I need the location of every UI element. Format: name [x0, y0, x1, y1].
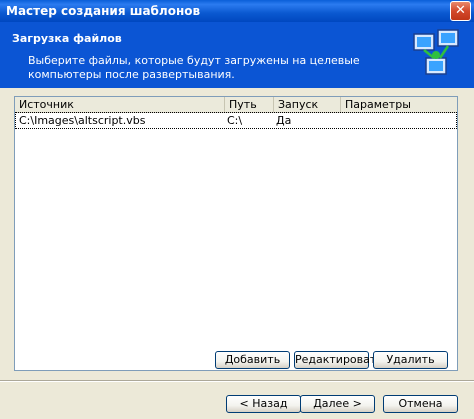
close-button[interactable]: ✕	[450, 1, 471, 21]
table-row[interactable]: C:\Images\altscript.vbs C:\ Да	[15, 112, 457, 129]
computers-network-icon	[413, 29, 459, 75]
cell-source: C:\Images\altscript.vbs	[19, 114, 146, 127]
list-header: Источник Путь Запуск Параметры	[15, 97, 457, 113]
divider-highlight	[0, 381, 474, 382]
column-header-run[interactable]: Запуск	[274, 97, 341, 112]
add-button[interactable]: Добавить	[215, 351, 290, 369]
title-bar[interactable]: Мастер создания шаблонов ✕	[0, 0, 474, 22]
cancel-button[interactable]: Отмена	[383, 395, 458, 413]
cell-path: C:\	[227, 114, 243, 127]
wizard-header: Загрузка файлов Выберите файлы, которые …	[0, 22, 474, 88]
page-title: Загрузка файлов	[12, 32, 122, 45]
delete-button[interactable]: Удалить	[373, 351, 448, 369]
column-header-params[interactable]: Параметры	[341, 97, 457, 112]
column-header-path[interactable]: Путь	[225, 97, 274, 112]
files-list[interactable]: Источник Путь Запуск Параметры C:\Images…	[14, 96, 458, 371]
edit-button[interactable]: Редактировать	[294, 351, 383, 369]
back-button[interactable]: < Назад	[226, 395, 301, 413]
cell-params	[340, 114, 343, 128]
cell-run: Да	[276, 114, 292, 127]
window-title: Мастер создания шаблонов	[6, 4, 201, 18]
column-header-source[interactable]: Источник	[15, 97, 225, 112]
page-description: Выберите файлы, которые будут загружены …	[28, 54, 360, 81]
next-button[interactable]: Далее >	[300, 395, 375, 413]
